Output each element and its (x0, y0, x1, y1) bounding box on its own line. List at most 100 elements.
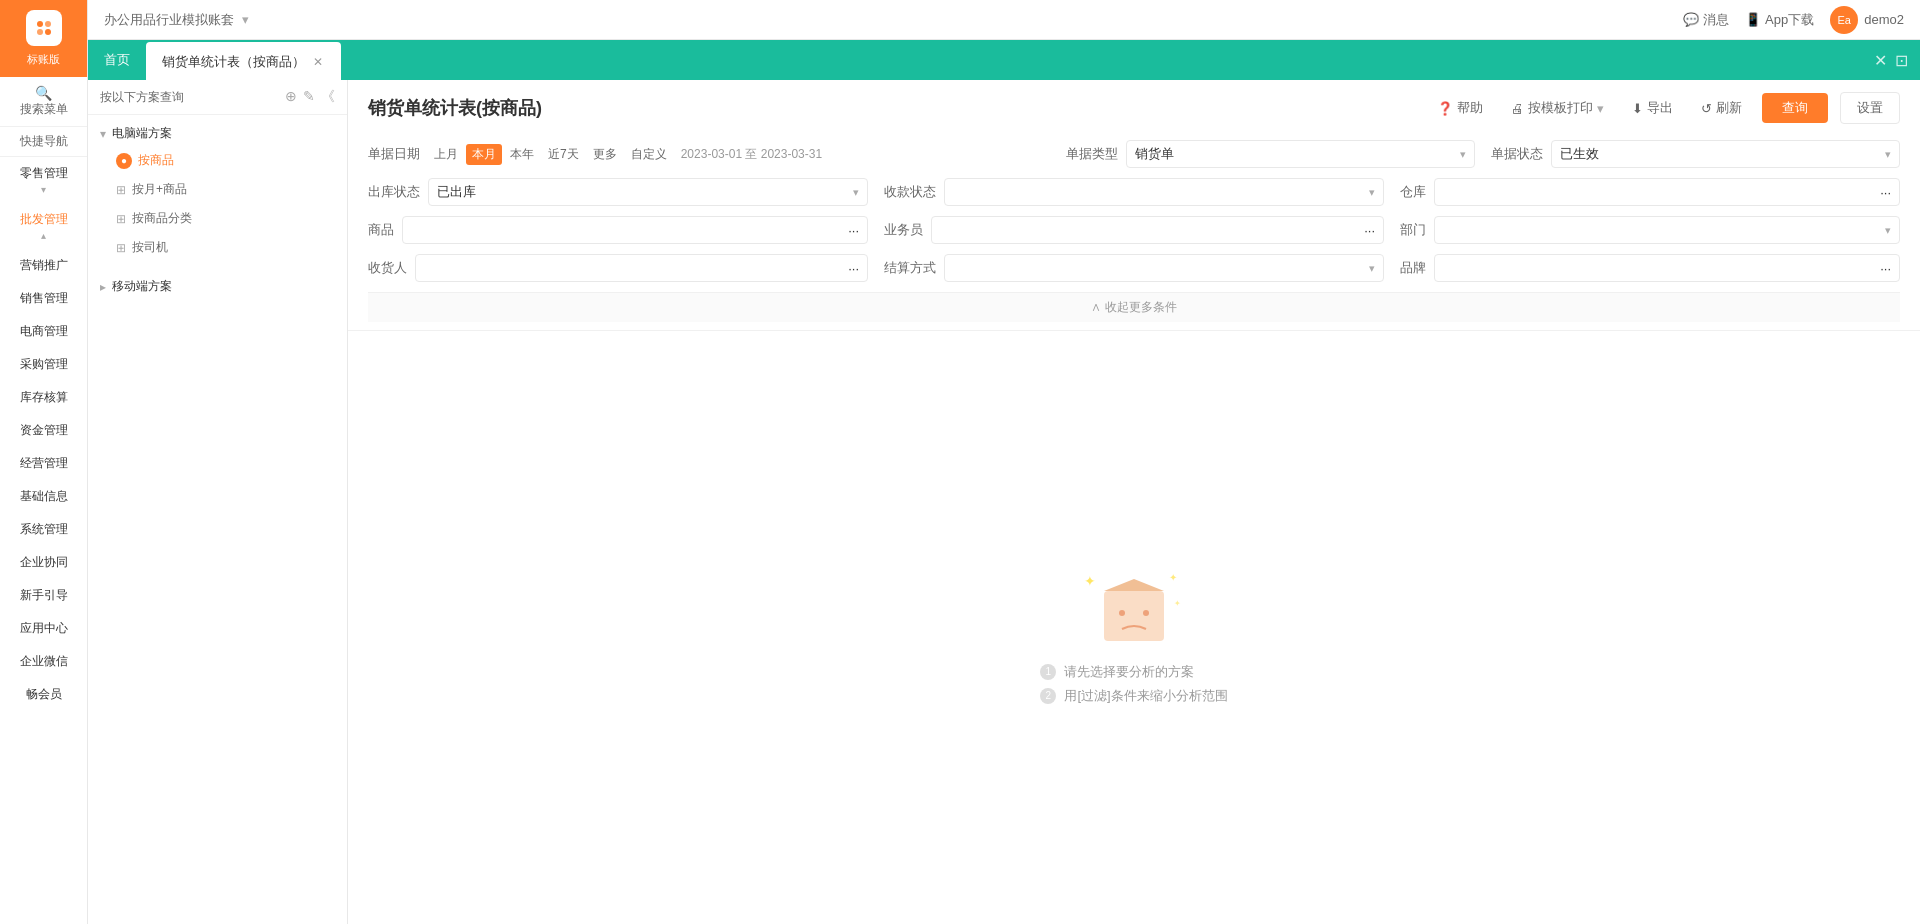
sidebar-logo: 办公用品行业模拟账套 标账版 (0, 0, 87, 77)
brand-dots: ··· (1880, 261, 1891, 276)
date-custom-btn[interactable]: 自定义 (625, 144, 673, 165)
date-more-btn[interactable]: 更多 (587, 144, 623, 165)
sidebar-item-enterprise[interactable]: 企业协同 (0, 546, 87, 579)
receiver-input[interactable]: ··· (415, 254, 868, 282)
add-scheme-icon[interactable]: ⊕ (285, 88, 297, 106)
doc-status-select[interactable]: 已生效 ▾ (1551, 140, 1900, 168)
brand-input[interactable]: ··· (1434, 254, 1900, 282)
date-this-year-btn[interactable]: 本年 (504, 144, 540, 165)
sidebar-item-wechat[interactable]: 企业微信 (0, 645, 87, 678)
topbar-left: 办公用品行业模拟账套 ▾ (104, 11, 249, 29)
app-download-label: App下载 (1765, 11, 1814, 29)
sidebar-item-inventory[interactable]: 库存核算 (0, 381, 87, 414)
tabbar-maximize-icon[interactable]: ⊡ (1895, 51, 1908, 70)
collapse-filters-btn[interactable]: ∧ 收起更多条件 (368, 292, 1900, 322)
sidebar-item-purchase[interactable]: 采购管理 (0, 348, 87, 381)
sidebar-item-system[interactable]: 系统管理 (0, 513, 87, 546)
topbar-right: 💬 消息 📱 App下载 Ea demo2 (1683, 6, 1904, 34)
sidebar-item-marketing[interactable]: 营销推广 (0, 249, 87, 282)
warehouse-dots: ··· (1880, 185, 1891, 200)
sidebar-item-finance[interactable]: 资金管理 (0, 414, 87, 447)
scheme-by-machine[interactable]: ⊞ 按司机 (88, 233, 347, 262)
scheme-mobile-group: ▸ 移动端方案 (88, 268, 347, 305)
app-selector-arrow[interactable]: ▾ (242, 12, 249, 27)
refresh-label: 刷新 (1716, 99, 1742, 117)
out-status-chevron: ▾ (853, 186, 859, 199)
date-buttons: 上月 本月 本年 近7天 更多 自定义 (428, 144, 673, 165)
app-download-btn[interactable]: 📱 App下载 (1745, 11, 1814, 29)
message-icon: 💬 (1683, 12, 1699, 27)
scheme-mobile-title[interactable]: ▸ 移动端方案 (88, 274, 347, 299)
sidebar-item-ecommerce[interactable]: 电商管理 (0, 315, 87, 348)
settings-button[interactable]: 设置 (1840, 92, 1900, 124)
page-title: 销货单统计表(按商品) (368, 96, 542, 120)
sidebar-search[interactable]: 🔍 搜索菜单 (0, 77, 87, 127)
filter-out-status: 出库状态 已出库 ▾ (368, 178, 868, 206)
tab-home[interactable]: 首页 (88, 40, 146, 80)
filter-warehouse: 仓库 ··· (1400, 178, 1900, 206)
sidebar-item-sales[interactable]: 销售管理 (0, 282, 87, 315)
app-selector-label[interactable]: 办公用品行业模拟账套 (104, 11, 234, 29)
filter-area: 单据日期 上月 本月 本年 近7天 更多 自定义 2023-03-01 至 20… (348, 132, 1920, 331)
tab-sales-stats[interactable]: 销货单统计表（按商品） ✕ (146, 42, 341, 82)
tabbar-close-icon[interactable]: ✕ (1874, 51, 1887, 70)
help-btn[interactable]: ❓ 帮助 (1429, 95, 1491, 121)
doc-status-label: 单据状态 (1491, 145, 1543, 163)
tab-close-icon[interactable]: ✕ (311, 55, 325, 69)
svg-point-7 (1143, 610, 1149, 616)
scheme-by-product[interactable]: ● 按商品 (88, 146, 347, 175)
print-btn[interactable]: 🖨 按模板打印 ▾ (1503, 95, 1612, 121)
receipt-status-select[interactable]: ▾ (944, 178, 1384, 206)
sidebar-item-inventory-label: 库存核算 (20, 389, 68, 406)
logo-subtitle: 标账版 (27, 52, 60, 67)
message-btn[interactable]: 💬 消息 (1683, 11, 1729, 29)
date-last-month-btn[interactable]: 上月 (428, 144, 464, 165)
empty-illustration: ✦ ✦ ✦ (1074, 551, 1194, 651)
sidebar-item-basic[interactable]: 基础信息 (0, 480, 87, 513)
sidebar: 办公用品行业模拟账套 标账版 🔍 搜索菜单 快捷导航 零售管理 ▾ 批发管理 ▴… (0, 0, 88, 924)
refresh-btn[interactable]: ↺ 刷新 (1693, 95, 1750, 121)
product-input[interactable]: ··· (402, 216, 868, 244)
user-avatar-text: Ea (1838, 14, 1851, 26)
user-menu[interactable]: Ea demo2 (1830, 6, 1904, 34)
filter-row-4: 收货人 ··· 结算方式 ▾ 品牌 (368, 254, 1900, 282)
sidebar-item-apps[interactable]: 应用中心 (0, 612, 87, 645)
sidebar-item-retail[interactable]: 零售管理 ▾ (0, 157, 87, 203)
edit-scheme-icon[interactable]: ✎ (303, 88, 315, 106)
sidebar-item-member[interactable]: 畅会员 (0, 678, 87, 711)
query-button[interactable]: 查询 (1762, 93, 1828, 123)
page-actions: ❓ 帮助 🖨 按模板打印 ▾ ⬇ 导出 ↺ 刷新 (1429, 92, 1900, 124)
collapse-label: 收起更多条件 (1105, 300, 1177, 314)
scheme-by-month-product[interactable]: ⊞ 按月+商品 (88, 175, 347, 204)
user-avatar: Ea (1830, 6, 1858, 34)
out-status-select[interactable]: 已出库 ▾ (428, 178, 868, 206)
payment-select[interactable]: ▾ (944, 254, 1384, 282)
date-last7-btn[interactable]: 近7天 (542, 144, 585, 165)
department-select[interactable]: ▾ (1434, 216, 1900, 244)
sidebar-item-operations[interactable]: 经营管理 (0, 447, 87, 480)
doc-type-chevron: ▾ (1460, 148, 1466, 161)
sidebar-item-retail-label: 零售管理 (20, 165, 68, 182)
sidebar-search-label: 搜索菜单 (4, 101, 83, 118)
product-dots: ··· (848, 223, 859, 238)
date-this-month-btn[interactable]: 本月 (466, 144, 502, 165)
export-btn[interactable]: ⬇ 导出 (1624, 95, 1681, 121)
sidebar-item-guide[interactable]: 新手引导 (0, 579, 87, 612)
receipt-status-label: 收款状态 (884, 183, 936, 201)
filter-date: 单据日期 上月 本月 本年 近7天 更多 自定义 2023-03-01 至 20… (368, 144, 1050, 165)
filter-panel-header: 按以下方案查询 ⊕ ✎ 《 (88, 80, 347, 115)
payment-label: 结算方式 (884, 259, 936, 277)
scheme-by-category[interactable]: ⊞ 按商品分类 (88, 204, 347, 233)
sidebar-quick-nav[interactable]: 快捷导航 (0, 127, 87, 157)
scheme-desktop-title[interactable]: ▾ 电脑端方案 (88, 121, 347, 146)
sidebar-item-retail-arrow: ▾ (41, 184, 46, 195)
doc-type-select[interactable]: 销货单 ▾ (1126, 140, 1475, 168)
doc-type-value: 销货单 (1135, 145, 1174, 163)
collapse-scheme-icon[interactable]: 《 (321, 88, 335, 106)
collapse-up-icon: ∧ (1091, 300, 1101, 314)
sidebar-item-wholesale[interactable]: 批发管理 ▴ (0, 203, 87, 249)
salesman-input[interactable]: ··· (931, 216, 1384, 244)
warehouse-input[interactable]: ··· (1434, 178, 1900, 206)
date-range-display: 2023-03-01 至 2023-03-31 (681, 146, 822, 163)
filter-brand: 品牌 ··· (1400, 254, 1900, 282)
